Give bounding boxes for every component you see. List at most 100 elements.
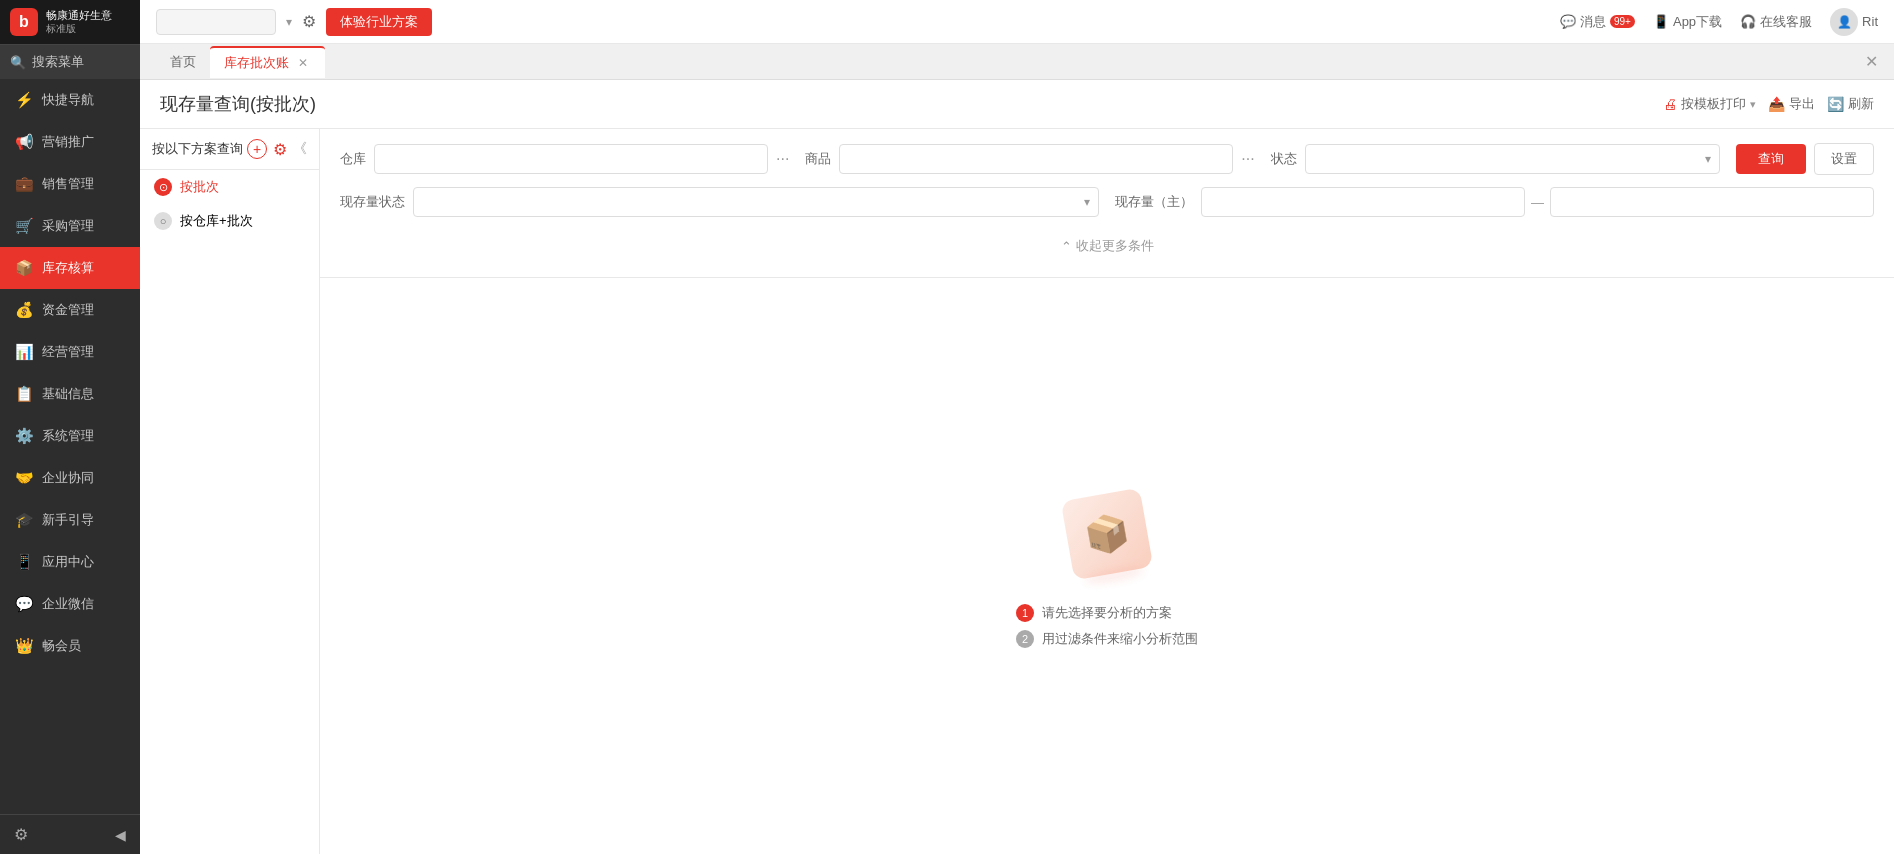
export-icon: 📤 xyxy=(1768,96,1785,112)
tip-num-2: 2 xyxy=(1016,630,1034,648)
sidebar-item-purchase[interactable]: 🛒 采购管理 xyxy=(0,205,140,247)
message-badge: 99+ xyxy=(1610,15,1635,28)
sidebar-item-finance[interactable]: 💰 资金管理 xyxy=(0,289,140,331)
purchase-icon: 🛒 xyxy=(14,216,34,236)
left-panel-title: 按以下方案查询 xyxy=(152,140,243,158)
sidebar-item-label: 企业协同 xyxy=(42,469,94,487)
sidebar-item-system[interactable]: ⚙️ 系统管理 xyxy=(0,415,140,457)
enterprise-icon: 🤝 xyxy=(14,468,34,488)
sidebar-item-guide[interactable]: 🎓 新手引导 xyxy=(0,499,140,541)
warehouse-more-icon[interactable]: ··· xyxy=(776,150,789,168)
warehouse-input[interactable] xyxy=(374,144,768,174)
message-label: 消息 xyxy=(1580,13,1606,31)
empty-illustration: 📦 xyxy=(1047,484,1167,584)
scheme-by-warehouse-batch-label: 按仓库+批次 xyxy=(180,212,253,230)
empty-state: 📦 1 请先选择要分析的方案 xyxy=(320,278,1894,854)
tab-close-icon[interactable]: ✕ xyxy=(295,55,311,71)
scheme-settings-icon[interactable]: ⚙ xyxy=(273,140,287,159)
product-input[interactable] xyxy=(839,144,1233,174)
print-template-action[interactable]: 🖨 按模板打印 ▾ xyxy=(1663,95,1756,113)
print-dropdown-icon[interactable]: ▾ xyxy=(1750,98,1756,111)
sidebar-item-label: 企业微信 xyxy=(42,595,94,613)
collapse-more-button[interactable]: ⌃ 收起更多条件 xyxy=(340,229,1874,263)
tabs-close-all-button[interactable]: ✕ xyxy=(1865,52,1878,71)
sidebar-item-label: 新手引导 xyxy=(42,511,94,529)
wechat-icon: 💬 xyxy=(14,594,34,614)
sidebar-item-sales[interactable]: 💼 销售管理 xyxy=(0,163,140,205)
export-action[interactable]: 📤 导出 xyxy=(1768,95,1815,113)
sidebar-search-menu[interactable]: 🔍 搜索菜单 xyxy=(0,45,140,79)
status-filter-group: 状态 ▾ xyxy=(1271,144,1720,174)
sidebar-item-operations[interactable]: 📊 经营管理 xyxy=(0,331,140,373)
page-title: 现存量查询(按批次) xyxy=(160,92,316,116)
sidebar-item-label: 经营管理 xyxy=(42,343,94,361)
download-icon: 📱 xyxy=(1653,14,1669,29)
empty-tips: 1 请先选择要分析的方案 2 用过滤条件来缩小分析范围 xyxy=(1016,604,1198,648)
stock-status-select[interactable]: ▾ xyxy=(413,187,1099,217)
left-panel: 按以下方案查询 + ⚙ 《 ⊙ 按批次 ○ 按仓库+批次 xyxy=(140,129,320,854)
breadcrumb-dropdown-icon[interactable]: ▾ xyxy=(286,15,292,29)
query-button[interactable]: 查询 xyxy=(1736,144,1806,174)
username: Rit xyxy=(1862,14,1878,29)
sidebar-item-basic[interactable]: 📋 基础信息 xyxy=(0,373,140,415)
page-actions: 🖨 按模板打印 ▾ 📤 导出 🔄 刷新 xyxy=(1663,95,1874,113)
empty-tip-1: 1 请先选择要分析的方案 xyxy=(1016,604,1198,622)
support-icon: 🎧 xyxy=(1740,14,1756,29)
sidebar-item-wechat[interactable]: 💬 企业微信 xyxy=(0,583,140,625)
content-area: 现存量查询(按批次) 🖨 按模板打印 ▾ 📤 导出 🔄 刷新 xyxy=(140,80,1894,854)
left-panel-header: 按以下方案查询 + ⚙ 《 xyxy=(140,129,319,170)
message-action[interactable]: 💬 消息 99+ xyxy=(1560,13,1635,31)
add-scheme-button[interactable]: + xyxy=(247,139,267,159)
product-more-icon[interactable]: ··· xyxy=(1241,150,1254,168)
warehouse-label: 仓库 xyxy=(340,150,366,168)
app-download-action[interactable]: 📱 App下载 xyxy=(1653,13,1722,31)
sidebar-item-marketing[interactable]: 📢 营销推广 xyxy=(0,121,140,163)
finance-icon: 💰 xyxy=(14,300,34,320)
panel-collapse-icon[interactable]: 《 xyxy=(293,140,307,158)
sidebar-item-appstore[interactable]: 📱 应用中心 xyxy=(0,541,140,583)
marketing-icon: 📢 xyxy=(14,132,34,152)
stock-qty-filter-group: 现存量（主） — xyxy=(1115,187,1874,217)
topbar-settings-icon[interactable]: ⚙ xyxy=(302,12,316,31)
refresh-icon: 🔄 xyxy=(1827,96,1844,112)
sidebar-item-inventory[interactable]: 📦 库存核算 xyxy=(0,247,140,289)
stock-qty-dash: — xyxy=(1531,195,1544,210)
settings-button[interactable]: 设置 xyxy=(1814,143,1874,175)
guide-icon: 🎓 xyxy=(14,510,34,530)
status-select[interactable]: ▾ xyxy=(1305,144,1720,174)
app-info: 畅康通好生意 标准版 xyxy=(46,8,112,36)
status-label: 状态 xyxy=(1271,150,1297,168)
scheme-by-warehouse-batch-icon: ○ xyxy=(154,212,172,230)
sidebar-item-quick-nav[interactable]: ⚡ 快捷导航 xyxy=(0,79,140,121)
tip-text-2: 用过滤条件来缩小分析范围 xyxy=(1042,630,1198,648)
scheme-by-warehouse-batch[interactable]: ○ 按仓库+批次 xyxy=(140,204,319,238)
empty-tip-2: 2 用过滤条件来缩小分析范围 xyxy=(1016,630,1198,648)
tab-home-label: 首页 xyxy=(170,53,196,71)
sidebar-footer: ⚙ ◀ xyxy=(0,814,140,854)
sidebar-item-enterprise[interactable]: 🤝 企业协同 xyxy=(0,457,140,499)
sidebar-header: b 畅康通好生意 标准版 xyxy=(0,0,140,45)
sidebar-item-label: 畅会员 xyxy=(42,637,81,655)
breadcrumb-input[interactable] xyxy=(156,9,276,35)
user-profile-action[interactable]: 👤 Rit xyxy=(1830,8,1878,36)
online-support-action[interactable]: 🎧 在线客服 xyxy=(1740,13,1812,31)
scheme-by-batch[interactable]: ⊙ 按批次 xyxy=(140,170,319,204)
sidebar-item-label: 库存核算 xyxy=(42,259,94,277)
footer-collapse-icon[interactable]: ◀ xyxy=(115,827,126,843)
footer-settings-icon[interactable]: ⚙ xyxy=(14,825,28,844)
filter-row-2: 现存量状态 ▾ 现存量（主） — xyxy=(340,187,1874,217)
refresh-action[interactable]: 🔄 刷新 xyxy=(1827,95,1874,113)
tab-batch-account[interactable]: 库存批次账 ✕ xyxy=(210,46,325,78)
app-version: 标准版 xyxy=(46,22,112,36)
tab-home[interactable]: 首页 xyxy=(156,47,210,77)
sidebar-item-label: 采购管理 xyxy=(42,217,94,235)
collapse-label: 收起更多条件 xyxy=(1076,237,1154,255)
experience-button[interactable]: 体验行业方案 xyxy=(326,8,432,36)
stock-qty-max-input[interactable] xyxy=(1550,187,1874,217)
sidebar-item-member[interactable]: 👑 畅会员 xyxy=(0,625,140,667)
right-panel: 仓库 ··· 商品 ··· 状态 xyxy=(320,129,1894,854)
page-header: 现存量查询(按批次) 🖨 按模板打印 ▾ 📤 导出 🔄 刷新 xyxy=(140,80,1894,129)
stock-qty-min-input[interactable] xyxy=(1201,187,1525,217)
sidebar-item-label: 销售管理 xyxy=(42,175,94,193)
tab-batch-account-label: 库存批次账 xyxy=(224,54,289,72)
